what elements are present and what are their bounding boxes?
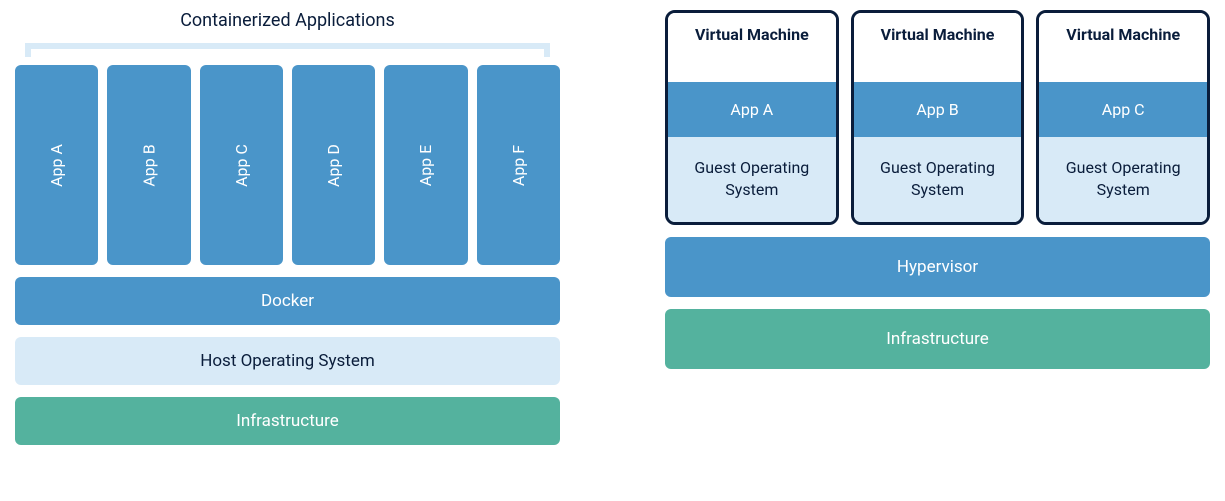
- vm-guest-os-label: Guest Operating System: [1039, 137, 1207, 222]
- container-stack: Containerized Applications App A App B A…: [15, 10, 560, 457]
- app-label: App D: [324, 144, 343, 187]
- apps-row: App A App B App C App D App E App F: [15, 65, 560, 265]
- app-box-b: App B: [107, 65, 190, 265]
- container-title: Containerized Applications: [15, 10, 560, 31]
- app-box-f: App F: [477, 65, 560, 265]
- app-box-d: App D: [292, 65, 375, 265]
- vm-title: Virtual Machine: [1039, 13, 1207, 82]
- app-label: App F: [509, 144, 528, 185]
- app-label: App A: [47, 144, 66, 187]
- vm-title: Virtual Machine: [854, 13, 1022, 82]
- vm-app-label: App A: [668, 82, 836, 137]
- app-box-e: App E: [384, 65, 467, 265]
- docker-layer: Docker: [15, 277, 560, 325]
- vm-title: Virtual Machine: [668, 13, 836, 82]
- apps-bracket: [25, 43, 550, 57]
- infrastructure-layer-right: Infrastructure: [665, 309, 1210, 369]
- app-box-c: App C: [200, 65, 283, 265]
- app-box-a: App A: [15, 65, 98, 265]
- diagram-container: Containerized Applications App A App B A…: [15, 10, 1210, 457]
- vm-guest-os-label: Guest Operating System: [854, 137, 1022, 222]
- app-label: App E: [416, 144, 435, 185]
- vm-app-label: App B: [854, 82, 1022, 137]
- app-label: App C: [232, 144, 251, 187]
- hypervisor-layer: Hypervisor: [665, 237, 1210, 297]
- vms-row: Virtual Machine App A Guest Operating Sy…: [665, 10, 1210, 225]
- host-os-layer: Host Operating System: [15, 337, 560, 385]
- vm-stack: Virtual Machine App A Guest Operating Sy…: [665, 10, 1210, 457]
- vm-box-c: Virtual Machine App C Guest Operating Sy…: [1036, 10, 1210, 225]
- vm-box-a: Virtual Machine App A Guest Operating Sy…: [665, 10, 839, 225]
- vm-box-b: Virtual Machine App B Guest Operating Sy…: [851, 10, 1025, 225]
- vm-guest-os-label: Guest Operating System: [668, 137, 836, 222]
- vm-app-label: App C: [1039, 82, 1207, 137]
- app-label: App B: [139, 144, 158, 186]
- infrastructure-layer-left: Infrastructure: [15, 397, 560, 445]
